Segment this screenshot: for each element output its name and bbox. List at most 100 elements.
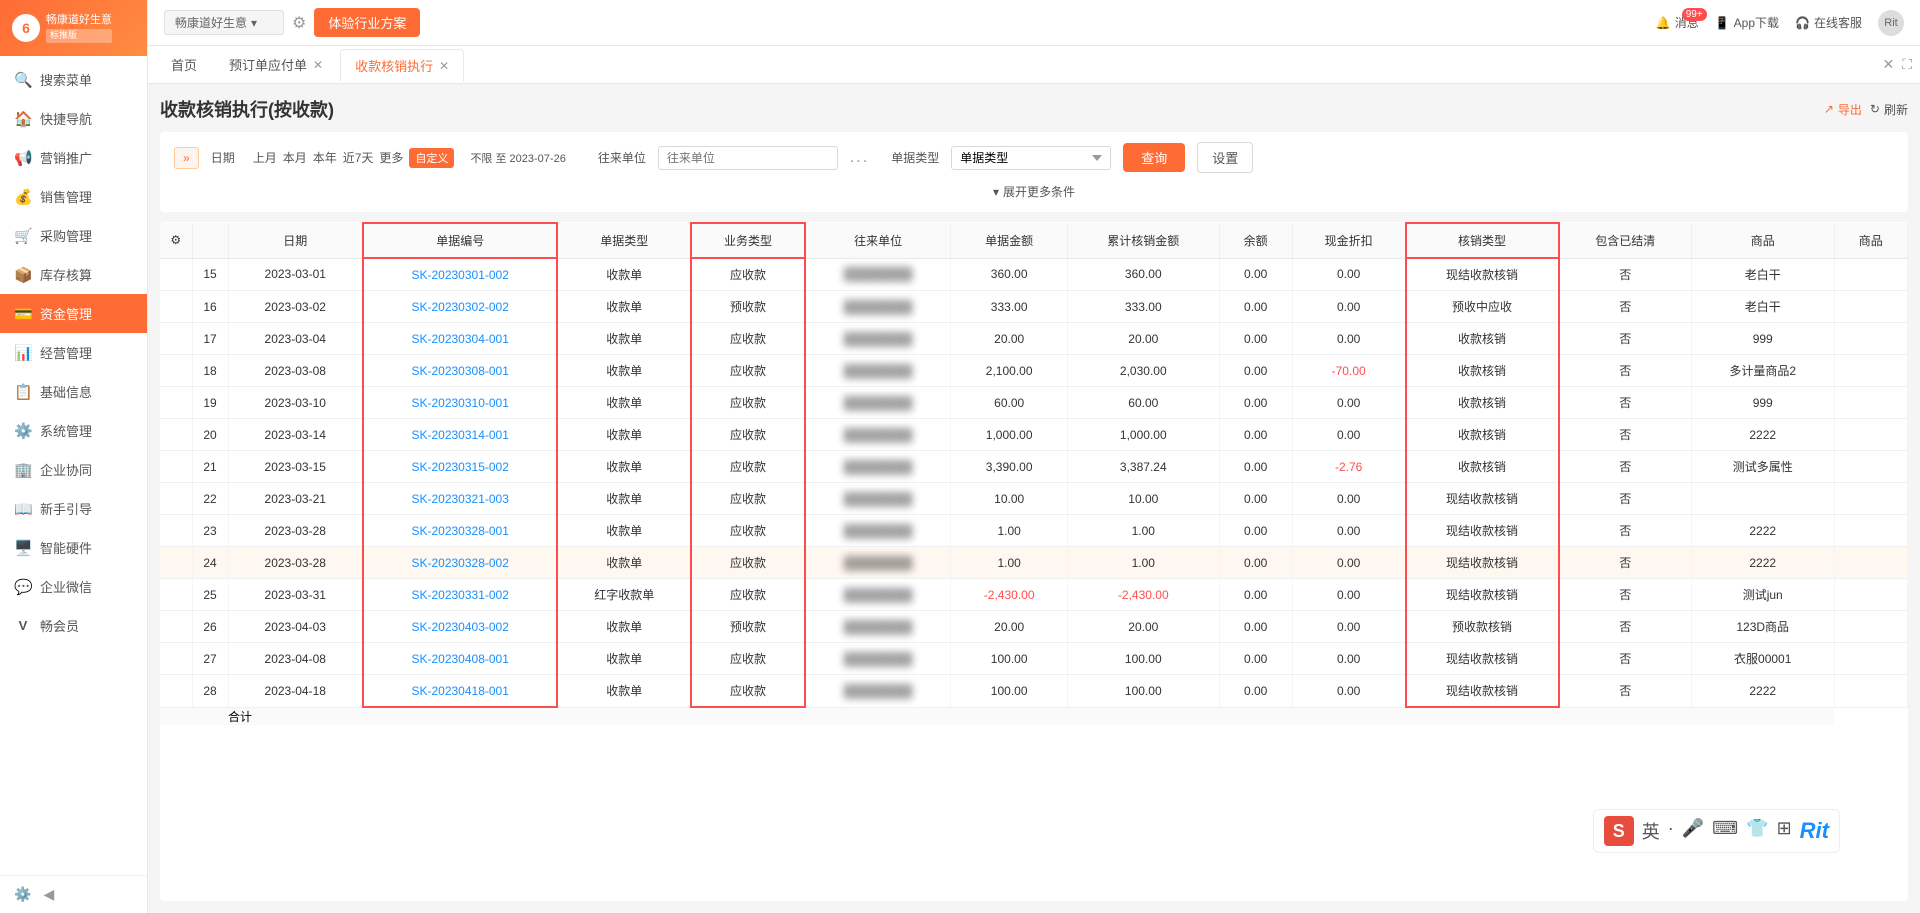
- table-cell[interactable]: SK-20230304-001: [363, 323, 557, 355]
- col-doc-no[interactable]: 单据编号: [363, 223, 557, 258]
- doc-no-link[interactable]: SK-20230328-002: [411, 556, 508, 570]
- filter-date-7days[interactable]: 近7天: [343, 149, 374, 166]
- table-cell[interactable]: SK-20230328-002: [363, 547, 557, 579]
- table-cell[interactable]: SK-20230418-001: [363, 675, 557, 708]
- sidebar-item-purchase[interactable]: 🛒 采购管理: [0, 216, 147, 255]
- doc-no-link[interactable]: SK-20230302-002: [411, 300, 508, 314]
- table-cell[interactable]: SK-20230301-002: [363, 258, 557, 291]
- sidebar-collapse-btn[interactable]: ◀: [43, 886, 54, 903]
- sidebar-item-member[interactable]: V 畅会员: [0, 606, 147, 645]
- doc-no-link[interactable]: SK-20230418-001: [411, 684, 508, 698]
- doc-no-link[interactable]: SK-20230403-002: [411, 620, 508, 634]
- table-cell: 999: [1691, 323, 1834, 355]
- table-cell[interactable]: SK-20230321-003: [363, 483, 557, 515]
- col-goods[interactable]: 商品: [1691, 223, 1834, 258]
- filter-query-button[interactable]: 查询: [1123, 143, 1185, 172]
- col-date[interactable]: 日期: [228, 223, 363, 258]
- table-cell: 3,387.24: [1068, 451, 1219, 483]
- sidebar-item-system[interactable]: ⚙️ 系统管理: [0, 411, 147, 450]
- sidebar-item-inventory[interactable]: 📦 库存核算: [0, 255, 147, 294]
- refresh-button[interactable]: ↻ 刷新: [1870, 101, 1908, 118]
- filter-date-more[interactable]: 更多: [379, 149, 403, 166]
- tab-home[interactable]: 首页: [156, 48, 212, 81]
- col-doc-amount[interactable]: 单据金额: [951, 223, 1068, 258]
- table-cell: 应收款: [691, 515, 805, 547]
- col-doc-type[interactable]: 单据类型: [557, 223, 691, 258]
- sidebar-item-finance[interactable]: 💳 资金管理: [0, 294, 147, 333]
- sidebar-item-search[interactable]: 🔍 搜索菜单: [0, 60, 147, 99]
- tab-expand-btn[interactable]: ⛶: [1902, 56, 1912, 73]
- col-biz-type[interactable]: 业务类型: [691, 223, 805, 258]
- table-cell[interactable]: SK-20230310-001: [363, 387, 557, 419]
- sidebar-item-wechat[interactable]: 💬 企业微信: [0, 567, 147, 606]
- sidebar-item-hardware[interactable]: 🖥️ 智能硬件: [0, 528, 147, 567]
- doc-no-link[interactable]: SK-20230308-001: [411, 364, 508, 378]
- table-cell: 20: [192, 419, 228, 451]
- doc-no-link[interactable]: SK-20230315-002: [411, 460, 508, 474]
- filter-expand-more[interactable]: ▾ 展开更多条件: [174, 181, 1894, 202]
- doc-no-link[interactable]: SK-20230314-001: [411, 428, 508, 442]
- table-cell[interactable]: SK-20230302-002: [363, 291, 557, 323]
- tab-presale[interactable]: 预订单应付单 ✕: [214, 48, 338, 81]
- table-cell[interactable]: SK-20230408-001: [363, 643, 557, 675]
- col-cash-discount[interactable]: 现金折扣: [1292, 223, 1405, 258]
- table-row: 192023-03-10SK-20230310-001收款单应收款███████…: [160, 387, 1908, 419]
- export-button[interactable]: ↗ 导出: [1824, 101, 1862, 118]
- solution-button[interactable]: 体验行业方案: [314, 8, 420, 37]
- table-cell[interactable]: SK-20230308-001: [363, 355, 557, 387]
- table-cell[interactable]: SK-20230331-002: [363, 579, 557, 611]
- filter-date-last-month[interactable]: 上月: [253, 149, 277, 166]
- basics-icon: 📋: [14, 383, 32, 401]
- topbar-right: 🔔 消息 99+ 📱 App下载 🎧 在线客服 Rit: [1656, 10, 1904, 36]
- table-cell[interactable]: SK-20230328-001: [363, 515, 557, 547]
- doc-no-link[interactable]: SK-20230321-003: [411, 492, 508, 506]
- sidebar-settings-btn[interactable]: ⚙️: [14, 886, 31, 903]
- col-partner[interactable]: 往来单位: [805, 223, 951, 258]
- topbar-gear-icon[interactable]: ⚙: [292, 13, 306, 33]
- col-writeoff-amount[interactable]: 累计核销金额: [1068, 223, 1219, 258]
- sidebar-item-quicknav[interactable]: 🏠 快捷导航: [0, 99, 147, 138]
- sidebar-item-operations[interactable]: 📊 经营管理: [0, 333, 147, 372]
- sidebar-item-marketing[interactable]: 📢 营销推广: [0, 138, 147, 177]
- doc-no-link[interactable]: SK-20230328-001: [411, 524, 508, 538]
- doc-no-link[interactable]: SK-20230408-001: [411, 652, 508, 666]
- filter-doctype-select[interactable]: 单据类型: [951, 146, 1111, 170]
- sidebar-item-corp[interactable]: 🏢 企业协同: [0, 450, 147, 489]
- filter-expand-button[interactable]: »: [174, 147, 199, 169]
- col-balance[interactable]: 余额: [1219, 223, 1292, 258]
- app-download-btn[interactable]: 📱 App下载: [1715, 14, 1779, 31]
- tab-home-label: 首页: [171, 55, 197, 74]
- filter-partner-input[interactable]: [658, 146, 838, 170]
- table-cell: -2,430.00: [1068, 579, 1219, 611]
- col-gear[interactable]: ⚙: [160, 223, 192, 258]
- doc-no-link[interactable]: SK-20230301-002: [411, 268, 508, 282]
- user-avatar[interactable]: Rit: [1878, 10, 1904, 36]
- table-cell: [1834, 323, 1907, 355]
- filter-date-this-month[interactable]: 本月: [283, 149, 307, 166]
- tab-receipt[interactable]: 收款核销执行 ✕: [340, 49, 464, 82]
- table-cell[interactable]: SK-20230315-002: [363, 451, 557, 483]
- tab-presale-close[interactable]: ✕: [313, 58, 323, 72]
- service-btn[interactable]: 🎧 在线客服: [1795, 14, 1862, 31]
- footer-goods2: [1691, 707, 1834, 725]
- col-goods2[interactable]: 商品: [1834, 223, 1907, 258]
- filter-date-this-year[interactable]: 本年: [313, 149, 337, 166]
- tab-close-btn[interactable]: ✕: [1882, 56, 1894, 73]
- notification-btn[interactable]: 🔔 消息 99+: [1656, 14, 1699, 31]
- col-writeoff-type[interactable]: 核销类型: [1406, 223, 1559, 258]
- operations-icon: 📊: [14, 344, 32, 362]
- table-cell[interactable]: SK-20230314-001: [363, 419, 557, 451]
- filter-date-custom[interactable]: 自定义: [409, 148, 454, 168]
- filter-settings-button[interactable]: 设置: [1197, 142, 1253, 173]
- sidebar-item-basics[interactable]: 📋 基础信息: [0, 372, 147, 411]
- tab-receipt-close[interactable]: ✕: [439, 59, 449, 73]
- sidebar-item-sales[interactable]: 💰 销售管理: [0, 177, 147, 216]
- topbar-breadcrumb[interactable]: 畅康道好生意 ▾: [164, 10, 284, 35]
- sales-icon: 💰: [14, 188, 32, 206]
- doc-no-link[interactable]: SK-20230310-001: [411, 396, 508, 410]
- col-include-settled[interactable]: 包含已结清: [1559, 223, 1692, 258]
- sidebar-item-guide[interactable]: 📖 新手引导: [0, 489, 147, 528]
- doc-no-link[interactable]: SK-20230331-002: [411, 588, 508, 602]
- doc-no-link[interactable]: SK-20230304-001: [411, 332, 508, 346]
- table-cell[interactable]: SK-20230403-002: [363, 611, 557, 643]
